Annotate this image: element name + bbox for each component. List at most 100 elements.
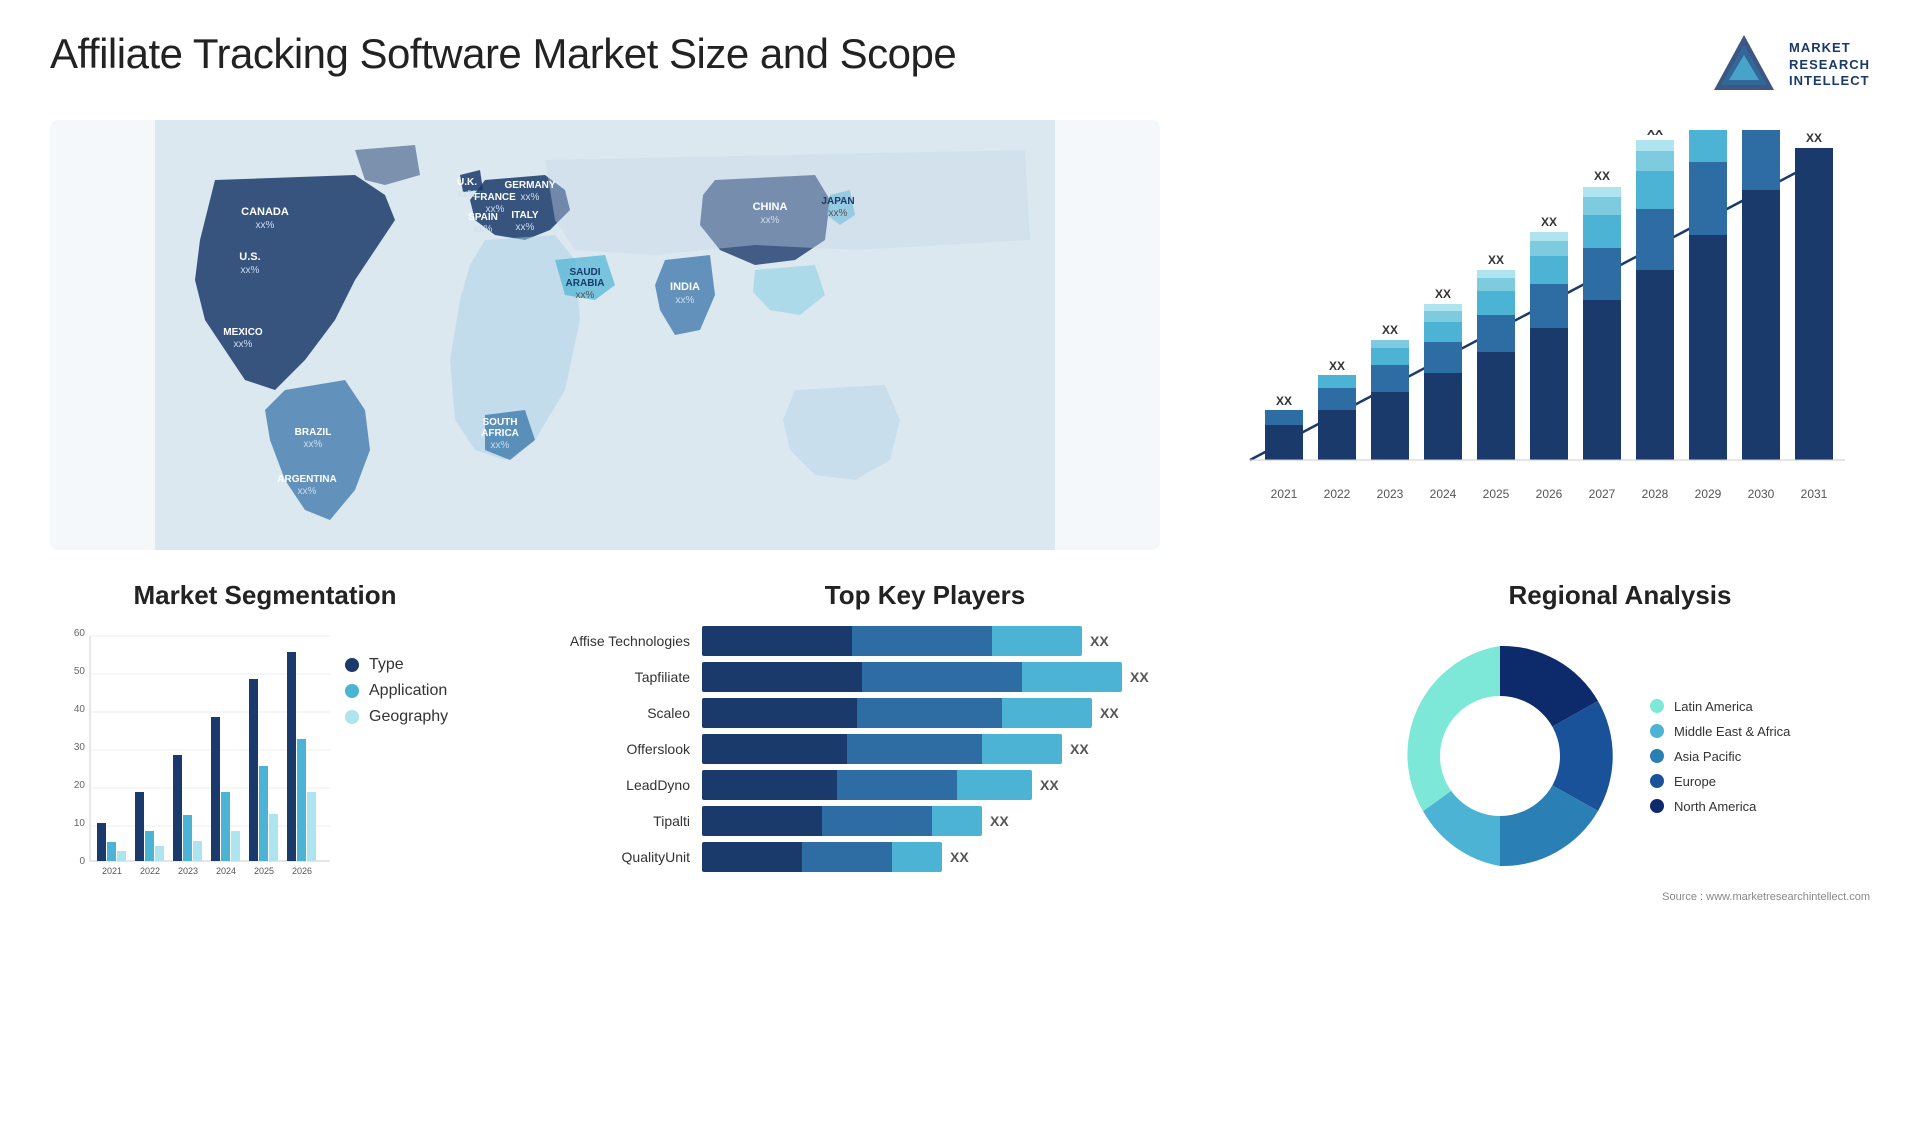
svg-text:xx%: xx%	[829, 208, 848, 219]
svg-text:XX: XX	[1276, 394, 1292, 408]
svg-text:JAPAN: JAPAN	[821, 196, 854, 207]
svg-text:XX: XX	[1541, 215, 1557, 229]
player-xx-affise: XX	[1090, 633, 1109, 649]
svg-text:2025: 2025	[1483, 487, 1510, 501]
player-row-offerslook: Offerslook XX	[510, 734, 1340, 764]
player-bar-affise: XX	[702, 626, 1340, 656]
regional-chart-wrapper: Latin America Middle East & Africa Asia …	[1370, 626, 1870, 886]
svg-text:xx%: xx%	[576, 290, 595, 301]
players-list: Affise Technologies XX Tapfiliate	[510, 626, 1340, 872]
svg-text:2029: 2029	[1695, 487, 1722, 501]
svg-text:xx%: xx%	[256, 220, 275, 231]
svg-text:xx%: xx%	[761, 215, 780, 226]
svg-text:10: 10	[74, 818, 86, 829]
svg-text:2028: 2028	[1642, 487, 1669, 501]
asia-pacific-dot	[1650, 749, 1664, 763]
svg-text:50: 50	[74, 666, 86, 677]
player-bar-tapfiliate: XX	[702, 662, 1340, 692]
geography-label: Geography	[369, 708, 448, 726]
svg-text:INDIA: INDIA	[670, 281, 700, 293]
svg-text:SAUDI: SAUDI	[569, 267, 600, 278]
svg-text:CANADA: CANADA	[241, 206, 289, 218]
player-row-leaddyno: LeadDyno XX	[510, 770, 1340, 800]
svg-text:XX: XX	[1488, 253, 1504, 267]
regional-legend: Latin America Middle East & Africa Asia …	[1650, 699, 1790, 814]
application-label: Application	[369, 682, 447, 700]
svg-text:XX: XX	[1806, 131, 1822, 145]
regional-container: Regional Analysis	[1370, 580, 1870, 1000]
world-map-svg: CANADA xx% U.S. xx% MEXICO xx% BRAZIL xx…	[50, 120, 1160, 550]
svg-text:2024: 2024	[216, 866, 236, 876]
asia-pacific-label: Asia Pacific	[1674, 749, 1741, 764]
svg-text:XX: XX	[1329, 359, 1345, 373]
page-container: Affiliate Tracking Software Market Size …	[0, 0, 1920, 1146]
svg-text:xx%: xx%	[298, 486, 317, 497]
player-bar-tipalti: XX	[702, 806, 1340, 836]
top-section: CANADA xx% U.S. xx% MEXICO xx% BRAZIL xx…	[50, 120, 1870, 550]
svg-text:SPAIN: SPAIN	[468, 212, 498, 223]
segmentation-title: Market Segmentation	[50, 580, 480, 611]
svg-text:ITALY: ITALY	[511, 210, 539, 221]
svg-text:xx%: xx%	[234, 339, 253, 350]
svg-text:2027: 2027	[1589, 487, 1616, 501]
player-bar-offerslook: XX	[702, 734, 1340, 764]
legend-item-application: Application	[345, 682, 448, 700]
svg-text:U.S.: U.S.	[239, 251, 260, 263]
segmentation-chart-svg: 0 10 20 30 40 50 60	[50, 626, 330, 896]
svg-text:xx%: xx%	[474, 224, 493, 235]
svg-text:2031: 2031	[1801, 487, 1828, 501]
svg-text:60: 60	[74, 628, 86, 639]
svg-text:SOUTH: SOUTH	[483, 417, 518, 428]
source-text: Source : www.marketresearchintellect.com	[1370, 891, 1870, 903]
type-label: Type	[369, 656, 404, 674]
middle-east-dot	[1650, 724, 1664, 738]
svg-text:MEXICO: MEXICO	[223, 327, 263, 338]
svg-text:xx%: xx%	[516, 222, 535, 233]
svg-text:ARABIA: ARABIA	[566, 278, 605, 289]
segmentation-container: Market Segmentation 0 10 20 30 40 50 60	[50, 580, 480, 1000]
legend-north-america: North America	[1650, 799, 1790, 814]
europe-dot	[1650, 774, 1664, 788]
player-row-qualityunit: QualityUnit XX	[510, 842, 1340, 872]
player-row-tipalti: Tipalti XX	[510, 806, 1340, 836]
svg-text:30: 30	[74, 742, 86, 753]
svg-text:2022: 2022	[140, 866, 160, 876]
bar-chart-container: XX 2021 XX 2022 XX 2023	[1190, 120, 1870, 550]
bottom-section: Market Segmentation 0 10 20 30 40 50 60	[50, 580, 1870, 1000]
regional-title: Regional Analysis	[1370, 580, 1870, 611]
svg-text:xx%: xx%	[241, 265, 260, 276]
application-dot	[345, 684, 359, 698]
svg-text:xx%: xx%	[304, 439, 323, 450]
svg-text:xx%: xx%	[521, 192, 540, 203]
player-bar-qualityunit: XX	[702, 842, 1340, 872]
logo-text: MARKETRESEARCHINTELLECT	[1789, 40, 1870, 91]
legend-item-type: Type	[345, 656, 448, 674]
north-america-dot	[1650, 799, 1664, 813]
map-container: CANADA xx% U.S. xx% MEXICO xx% BRAZIL xx…	[50, 120, 1160, 550]
header: Affiliate Tracking Software Market Size …	[50, 30, 1870, 100]
svg-text:2021: 2021	[102, 866, 122, 876]
north-america-label: North America	[1674, 799, 1756, 814]
svg-text:XX: XX	[1435, 287, 1451, 301]
player-name-offerslook: Offerslook	[510, 741, 690, 757]
player-bar-leaddyno: XX	[702, 770, 1340, 800]
svg-text:0: 0	[79, 856, 85, 867]
player-xx-scaleo: XX	[1100, 705, 1119, 721]
player-row-scaleo: Scaleo XX	[510, 698, 1340, 728]
players-container: Top Key Players Affise Technologies XX	[510, 580, 1340, 1000]
middle-east-label: Middle East & Africa	[1674, 724, 1790, 739]
donut-chart-svg	[1370, 626, 1630, 886]
svg-text:FRANCE: FRANCE	[474, 192, 516, 203]
svg-text:XX: XX	[1647, 130, 1663, 138]
player-xx-qualityunit: XX	[950, 849, 969, 865]
latin-america-label: Latin America	[1674, 699, 1753, 714]
svg-text:U.K.: U.K.	[457, 177, 477, 188]
svg-text:XX: XX	[1382, 323, 1398, 337]
svg-text:2030: 2030	[1748, 487, 1775, 501]
legend-latin-america: Latin America	[1650, 699, 1790, 714]
latin-america-dot	[1650, 699, 1664, 713]
player-name-tapfiliate: Tapfiliate	[510, 669, 690, 685]
svg-text:xx%: xx%	[491, 440, 510, 451]
player-xx-tapfiliate: XX	[1130, 669, 1149, 685]
svg-text:2022: 2022	[1324, 487, 1351, 501]
